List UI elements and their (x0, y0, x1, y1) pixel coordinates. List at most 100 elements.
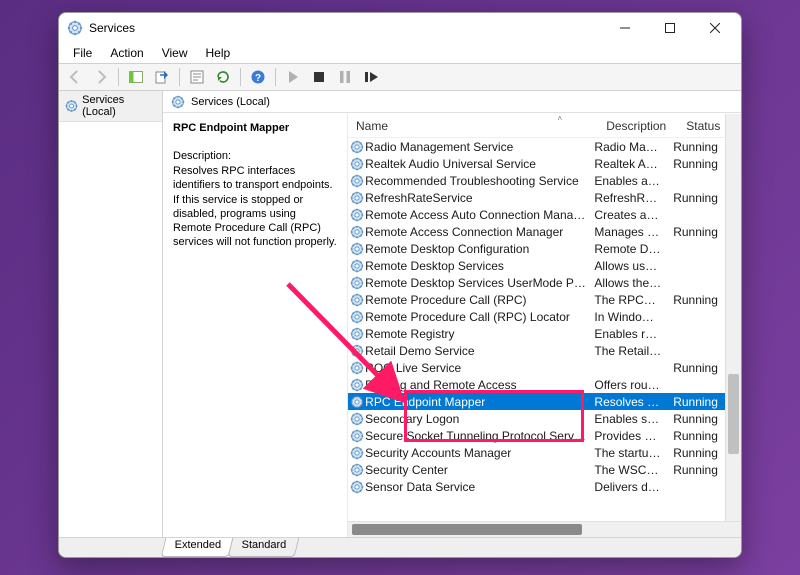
vertical-scrollbar[interactable] (725, 114, 741, 521)
maximize-button[interactable] (647, 13, 692, 43)
gear-icon (350, 463, 364, 477)
service-name: Sensor Data Service (365, 480, 588, 494)
service-row[interactable]: Remote Access Connection ManagerManages … (348, 223, 725, 240)
service-row[interactable]: Recommended Troubleshooting ServiceEnabl… (348, 172, 725, 189)
service-row[interactable]: Remote Desktop Services UserMode Port Re… (348, 274, 725, 291)
horizontal-scrollbar[interactable] (348, 521, 741, 537)
pane-icon (128, 69, 144, 85)
show-hide-tree-button[interactable] (124, 66, 148, 88)
service-row[interactable]: Secure Socket Tunneling Protocol Service… (348, 427, 725, 444)
service-name: Secondary Logon (365, 412, 588, 426)
service-name: Secure Socket Tunneling Protocol Service (365, 429, 588, 443)
service-row[interactable]: Retail Demo ServiceThe Retail D... (348, 342, 725, 359)
panel-header-label: Services (Local) (191, 96, 270, 108)
gear-icon (350, 327, 364, 341)
menu-file[interactable]: File (65, 44, 100, 62)
detail-description: Resolves RPC interfaces identifiers to t… (173, 164, 337, 250)
export-list-button[interactable] (150, 66, 174, 88)
console-tree[interactable]: Services (Local) (59, 91, 163, 537)
service-row[interactable]: Remote RegistryEnables rem... (348, 325, 725, 342)
column-headers: Name ˄ Description Status (348, 114, 741, 138)
gear-icon (350, 276, 364, 290)
service-row[interactable]: Remote Desktop ServicesAllows users ... (348, 257, 725, 274)
service-description: Enables start... (588, 412, 667, 426)
service-description: The WSCSVC... (588, 463, 667, 477)
service-row[interactable]: Remote Procedure Call (RPC) LocatorIn Wi… (348, 308, 725, 325)
service-description: The RPCSS s... (588, 293, 667, 307)
service-name: Routing and Remote Access (365, 378, 588, 392)
gear-icon (350, 310, 364, 324)
service-status: Running (667, 157, 725, 171)
service-row[interactable]: Remote Access Auto Connection ManagerCre… (348, 206, 725, 223)
scrollbar-thumb[interactable] (352, 524, 582, 535)
service-row[interactable]: Routing and Remote AccessOffers routi... (348, 376, 725, 393)
service-status: Running (667, 293, 725, 307)
gear-icon (350, 140, 364, 154)
tab-extended[interactable]: Extended (161, 538, 234, 557)
service-description: Realtek Audi... (588, 157, 667, 171)
gear-icon (350, 446, 364, 460)
service-row[interactable]: Realtek Audio Universal ServiceRealtek A… (348, 155, 725, 172)
service-description: Allows the re... (588, 276, 667, 290)
service-row[interactable]: RefreshRateServiceRefreshRate...Running (348, 189, 725, 206)
minimize-button[interactable] (602, 13, 647, 43)
gear-icon (350, 208, 364, 222)
scrollbar-thumb[interactable] (728, 374, 739, 454)
service-row[interactable]: Security Accounts ManagerThe startup ...… (348, 444, 725, 461)
service-name: Remote Registry (365, 327, 588, 341)
services-icon (67, 20, 83, 36)
properties-button[interactable] (185, 66, 209, 88)
refresh-icon (215, 69, 231, 85)
toolbar-separator (179, 68, 180, 86)
toolbar-separator (275, 68, 276, 86)
gear-icon (171, 95, 185, 109)
service-description: Manages di... (588, 225, 667, 239)
service-row[interactable]: Remote Desktop ConfigurationRemote Des..… (348, 240, 725, 257)
play-icon (285, 69, 301, 85)
service-name: Remote Access Auto Connection Manager (365, 208, 588, 222)
refresh-button[interactable] (211, 66, 235, 88)
service-name: Remote Desktop Services UserMode Port Re… (365, 276, 588, 290)
menu-view[interactable]: View (154, 44, 196, 62)
service-row[interactable]: RPC Endpoint MapperResolves RP...Running (348, 393, 725, 410)
service-row[interactable]: ROG Live ServiceRunning (348, 359, 725, 376)
help-button[interactable]: ? (246, 66, 270, 88)
titlebar[interactable]: Services (59, 13, 741, 43)
back-button[interactable] (63, 66, 87, 88)
menu-help[interactable]: Help (198, 44, 239, 62)
pause-icon (337, 69, 353, 85)
services-window: Services File Action View Help ? (58, 12, 742, 558)
menu-action[interactable]: Action (102, 44, 151, 62)
services-list[interactable]: Name ˄ Description Status Radio Manageme… (347, 114, 741, 537)
service-row[interactable]: Sensor Data ServiceDelivers dat... (348, 478, 725, 495)
service-name: Realtek Audio Universal Service (365, 157, 588, 171)
service-row[interactable]: Radio Management ServiceRadio Mana...Run… (348, 138, 725, 155)
start-service-button[interactable] (281, 66, 305, 88)
toolbar: ? (59, 63, 741, 91)
tree-node-services-local[interactable]: Services (Local) (59, 91, 162, 122)
forward-button[interactable] (89, 66, 113, 88)
service-name: Remote Desktop Configuration (365, 242, 588, 256)
tab-standard[interactable]: Standard (228, 538, 299, 557)
service-name: Remote Procedure Call (RPC) Locator (365, 310, 588, 324)
service-row[interactable]: Security CenterThe WSCSVC...Running (348, 461, 725, 478)
pause-service-button[interactable] (333, 66, 357, 88)
svg-text:?: ? (255, 73, 261, 84)
stop-service-button[interactable] (307, 66, 331, 88)
service-description: RefreshRate... (588, 191, 667, 205)
service-status: Running (667, 463, 725, 477)
column-header-description[interactable]: Description (600, 119, 680, 133)
forward-arrow-icon (93, 69, 109, 85)
detail-service-name: RPC Endpoint Mapper (173, 122, 337, 134)
service-status: Running (667, 191, 725, 205)
gear-icon (350, 225, 364, 239)
restart-service-button[interactable] (359, 66, 383, 88)
gear-icon (350, 157, 364, 171)
service-description: Creates a co... (588, 208, 667, 222)
service-row[interactable]: Remote Procedure Call (RPC)The RPCSS s..… (348, 291, 725, 308)
stop-icon (311, 69, 327, 85)
gear-icon (350, 378, 364, 392)
close-button[interactable] (692, 13, 737, 43)
export-icon (154, 69, 170, 85)
service-row[interactable]: Secondary LogonEnables start...Running (348, 410, 725, 427)
